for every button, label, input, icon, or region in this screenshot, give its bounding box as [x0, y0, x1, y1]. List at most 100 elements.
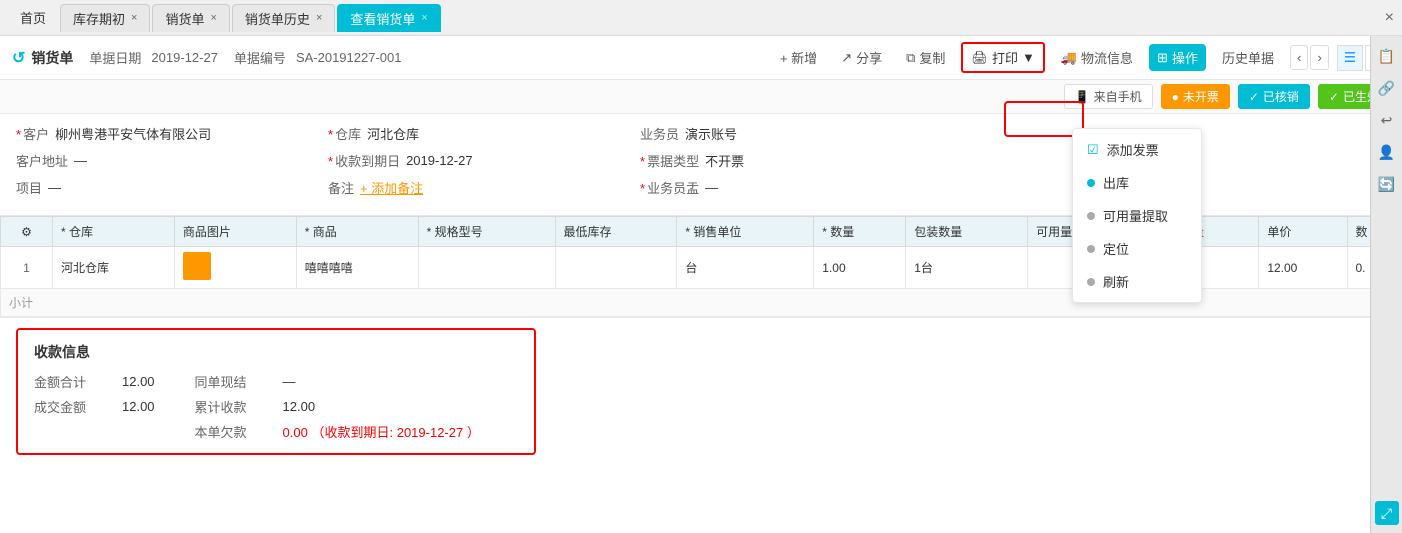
th-gear: ⚙: [1, 217, 53, 247]
sidebar-link-icon[interactable]: 🔗: [1375, 76, 1399, 100]
tab-inventory-close[interactable]: ×: [131, 12, 137, 24]
address-label: 客户地址: [16, 151, 68, 170]
cell-index: 1: [1, 247, 53, 289]
tab-sales-history[interactable]: 销货单历史 ×: [232, 4, 335, 32]
locate-label: 定位: [1103, 239, 1129, 258]
nav-arrows: ‹ ›: [1290, 45, 1329, 70]
customer-value: 柳州粤港平安气体有限公司: [55, 124, 211, 143]
available-qty-icon: [1087, 212, 1095, 220]
th-product: * 商品: [296, 217, 418, 247]
doc-number-label: 单据编号 SA-20191227-001: [234, 48, 402, 67]
nav-next-button[interactable]: ›: [1310, 45, 1328, 70]
operations-icon: ⊞: [1157, 50, 1168, 66]
cell-product-img: [174, 247, 296, 289]
tab-sales-order[interactable]: 销货单 ×: [152, 4, 229, 32]
project-label: 项目: [16, 178, 42, 197]
share-icon: ↗: [841, 50, 852, 66]
main-area: ↺ 销货单 单据日期 2019-12-27 单据编号 SA-20191227-0…: [0, 36, 1402, 533]
customer-field: 客户 柳州粤港平安气体有限公司: [16, 124, 296, 143]
cumulative-label: 累计收款: [195, 397, 275, 416]
staff-label: 业务员: [640, 124, 679, 143]
cell-warehouse: 河北仓库: [53, 247, 175, 289]
ticket-type-value: 不开票: [705, 151, 744, 170]
sidebar-user-icon[interactable]: 👤: [1375, 140, 1399, 164]
tab-inventory-init[interactable]: 库存期初 ×: [60, 4, 150, 32]
print-button[interactable]: 🖨 打印 ▼: [961, 42, 1044, 73]
copy-icon: ⧉: [906, 50, 915, 66]
logistics-icon: 🚚: [1061, 50, 1077, 66]
cell-spec: [418, 247, 555, 289]
outbound-item[interactable]: 出库: [1073, 166, 1201, 199]
th-product-img: 商品图片: [174, 217, 296, 247]
new-button[interactable]: + 新增: [772, 44, 825, 71]
cell-unit-price: 12.00: [1259, 247, 1347, 289]
nav-prev-button[interactable]: ‹: [1290, 45, 1308, 70]
th-warehouse: * 仓库: [53, 217, 175, 247]
tab-history-close[interactable]: ×: [316, 12, 322, 24]
refresh-item[interactable]: 刷新: [1073, 265, 1201, 298]
history-button[interactable]: 历史单据: [1214, 44, 1282, 71]
same-order-settle-row: 同单现结 —: [195, 372, 480, 391]
from-mobile-button[interactable]: 📱 来自手机: [1064, 84, 1153, 109]
share-button[interactable]: ↗ 分享: [833, 44, 890, 71]
total-amount-value: 12.00: [122, 374, 155, 389]
cell-pack-qty: 1台: [906, 247, 1028, 289]
remark-field: 备注 + 添加备注: [328, 178, 608, 197]
same-order-value: —: [283, 374, 296, 389]
bottom-area: 收款信息 金额合计 12.00 成交金额 12.00: [0, 318, 1402, 465]
doc-icon: ↺: [12, 48, 25, 68]
check-icon: ✓: [1249, 90, 1259, 104]
salesperson-value: —: [705, 180, 718, 195]
print-dropdown-icon: ▼: [1022, 50, 1035, 65]
doc-type-label: 销货单: [31, 48, 73, 68]
tab-view-close[interactable]: ×: [421, 12, 427, 24]
payment-col-right: 同单现结 — 累计收款 12.00 本单欠款 0.00 （收款到期日:: [195, 372, 480, 441]
refresh-icon: [1087, 278, 1095, 286]
deal-amount-label: 成交金额: [34, 397, 114, 416]
th-unit-price: 单价: [1259, 217, 1347, 247]
address-field: 客户地址 —: [16, 151, 296, 170]
tab-home[interactable]: 首页: [8, 4, 58, 32]
add-invoice-item[interactable]: ☑ 添加发票: [1073, 133, 1201, 166]
tab-sales-label: 销货单: [165, 9, 204, 28]
th-min-stock: 最低库存: [555, 217, 677, 247]
toolbar: + 新增 ↗ 分享 ⧉ 复制 🖨 打印 ▼ 🚚 物流信息: [772, 42, 1390, 73]
available-qty-label: 可用量提取: [1103, 206, 1168, 225]
product-image: [183, 252, 211, 280]
warehouse-value: 河北仓库: [367, 124, 419, 143]
remark-label: 备注: [328, 178, 354, 197]
available-qty-item[interactable]: 可用量提取: [1073, 199, 1201, 232]
due-date-label: 收款到期日: [328, 151, 400, 170]
sidebar-refresh-icon[interactable]: 🔄: [1375, 172, 1399, 196]
operations-button[interactable]: ⊞ 操作: [1149, 44, 1206, 71]
payment-col-left: 金额合计 12.00 成交金额 12.00: [34, 372, 155, 441]
warehouse-label: 仓库: [328, 124, 361, 143]
copy-button[interactable]: ⧉ 复制: [898, 44, 953, 71]
payment-info: 收款信息 金额合计 12.00 成交金额 12.00: [16, 328, 536, 455]
view-list-button[interactable]: ☰: [1337, 45, 1363, 71]
th-pack-qty: 包装数量: [906, 217, 1028, 247]
verified-button[interactable]: ✓ 已核销: [1238, 84, 1310, 109]
sidebar-return-icon[interactable]: ↩: [1375, 108, 1399, 132]
uninvoiced-button[interactable]: ● 未开票: [1161, 84, 1230, 109]
logistics-button[interactable]: 🚚 物流信息: [1053, 44, 1141, 71]
sidebar-clipboard-icon[interactable]: 📋: [1375, 44, 1399, 68]
ticket-type-field: 票据类型 不开票: [640, 151, 920, 170]
refresh-label: 刷新: [1103, 272, 1129, 291]
locate-item[interactable]: 定位: [1073, 232, 1201, 265]
tab-bar-close-button[interactable]: ×: [1385, 9, 1394, 27]
salesperson-label: 业务员盂: [640, 178, 699, 197]
tab-history-label: 销货单历史: [245, 9, 310, 28]
tab-sales-close[interactable]: ×: [210, 12, 216, 24]
address-value: —: [74, 153, 87, 168]
tab-view-sales[interactable]: 查看销货单 ×: [337, 4, 440, 32]
outbound-label: 出库: [1103, 173, 1129, 192]
total-amount-row: 金额合计 12.00: [34, 372, 155, 391]
due-date-value: 2019-12-27: [406, 153, 473, 168]
operations-dropdown: ☑ 添加发票 出库 可用量提取 定位 刷新: [1072, 128, 1202, 303]
cell-min-stock: [555, 247, 677, 289]
add-remark-button[interactable]: + 添加备注: [360, 178, 423, 197]
customer-label: 客户: [16, 124, 49, 143]
th-quantity: * 数量: [814, 217, 906, 247]
sidebar-expand-icon[interactable]: ⤢: [1375, 501, 1399, 525]
